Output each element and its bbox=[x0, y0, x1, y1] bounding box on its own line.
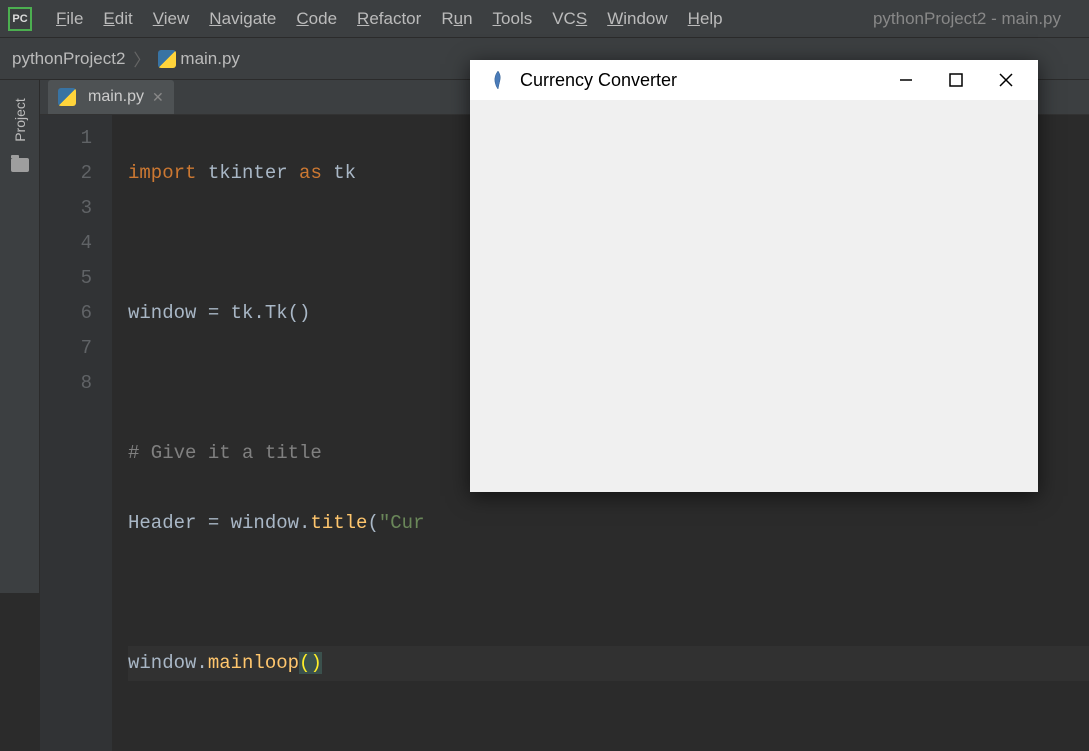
chevron-right-icon: 〉 bbox=[133, 46, 150, 71]
folder-icon[interactable] bbox=[11, 158, 29, 172]
tkinter-title: Currency Converter bbox=[520, 70, 896, 91]
close-icon[interactable]: ✕ bbox=[152, 89, 164, 106]
line-number: 2 bbox=[40, 156, 92, 191]
editor-tab-main[interactable]: main.py ✕ bbox=[48, 80, 174, 114]
menu-navigate[interactable]: Navigate bbox=[199, 7, 286, 31]
menu-file[interactable]: File bbox=[46, 7, 93, 31]
gutter: 1 2 3 4 5 6 7 8 bbox=[40, 115, 112, 751]
line-number: 5 bbox=[40, 261, 92, 296]
tkinter-titlebar[interactable]: Currency Converter bbox=[470, 60, 1038, 100]
line-number: 4 bbox=[40, 226, 92, 261]
tool-window-sidebar: Project bbox=[0, 80, 40, 593]
pycharm-app-icon: PC bbox=[8, 7, 32, 31]
breadcrumb[interactable]: pythonProject2 〉 main.py bbox=[12, 46, 240, 71]
line-number: 6 bbox=[40, 296, 92, 331]
close-button[interactable] bbox=[996, 70, 1016, 90]
python-file-icon bbox=[58, 88, 76, 106]
line-number: 1 bbox=[40, 121, 92, 156]
tab-label: main.py bbox=[88, 88, 144, 106]
line-number: 7 bbox=[40, 331, 92, 366]
menu-view[interactable]: View bbox=[143, 7, 200, 31]
menu-window[interactable]: Window bbox=[597, 7, 677, 31]
line-number: 8 bbox=[40, 366, 92, 401]
menu-tools[interactable]: Tools bbox=[483, 7, 543, 31]
maximize-button[interactable] bbox=[946, 70, 966, 90]
window-title: pythonProject2 - main.py bbox=[873, 9, 1081, 29]
menu-bar: PC File Edit View Navigate Code Refactor… bbox=[0, 0, 1089, 38]
menu-help[interactable]: Help bbox=[678, 7, 733, 31]
menu-edit[interactable]: Edit bbox=[93, 7, 142, 31]
feather-icon bbox=[488, 70, 508, 90]
menu-run[interactable]: Run bbox=[431, 7, 482, 31]
menu-vcs[interactable]: VCS bbox=[542, 7, 597, 31]
menu-code[interactable]: Code bbox=[286, 7, 347, 31]
breadcrumb-file[interactable]: main.py bbox=[158, 49, 240, 69]
breadcrumb-project[interactable]: pythonProject2 bbox=[12, 49, 125, 69]
minimize-button[interactable] bbox=[896, 70, 916, 90]
project-tool-button[interactable]: Project bbox=[12, 98, 28, 142]
menu-refactor[interactable]: Refactor bbox=[347, 7, 431, 31]
line-number: 3 bbox=[40, 191, 92, 226]
tkinter-window[interactable]: Currency Converter bbox=[470, 60, 1038, 492]
python-file-icon bbox=[158, 50, 176, 68]
